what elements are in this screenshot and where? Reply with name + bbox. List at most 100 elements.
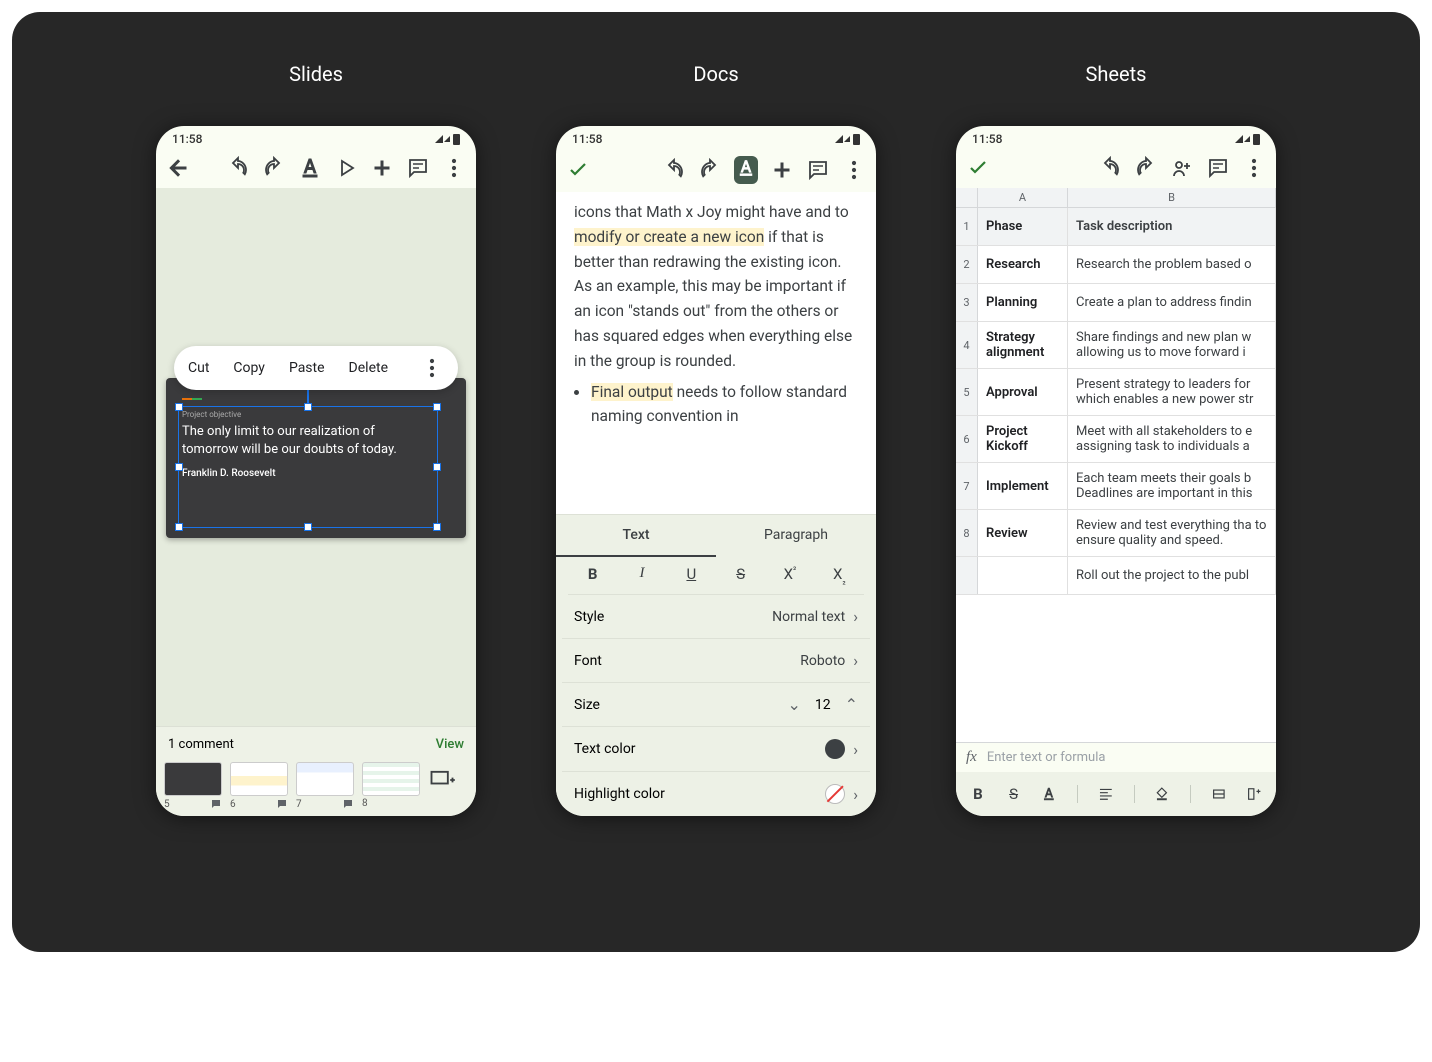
col-header-b[interactable]: B [1068, 188, 1276, 207]
cell[interactable]: Planning [978, 284, 1068, 321]
text-format-button[interactable] [734, 156, 758, 184]
row-header[interactable]: 3 [956, 284, 978, 321]
italic-button[interactable]: I [627, 565, 657, 586]
cell[interactable]: Research [978, 246, 1068, 283]
undo-icon[interactable] [662, 158, 686, 182]
col-header-a[interactable]: A [978, 188, 1068, 207]
comment-count[interactable]: 1 comment [168, 737, 234, 752]
more-icon[interactable] [442, 156, 466, 180]
cm-cut[interactable]: Cut [188, 360, 209, 376]
cell[interactable]: Phase [978, 208, 1068, 245]
underline-button[interactable]: U [676, 565, 706, 586]
thumb-8[interactable]: 8 [362, 762, 420, 809]
redo-icon[interactable] [262, 156, 286, 180]
thumb-6[interactable]: 6 [230, 762, 288, 810]
increase-icon[interactable]: ⌃ [845, 695, 858, 714]
cell[interactable]: Approval [978, 369, 1068, 415]
fx-input[interactable]: Enter text or formula [987, 750, 1266, 765]
more-icon[interactable] [842, 158, 866, 182]
share-icon[interactable] [1170, 156, 1194, 180]
comment-icon[interactable] [406, 156, 430, 180]
bold-button[interactable]: B [578, 565, 608, 586]
add-icon[interactable] [370, 156, 394, 180]
formula-bar[interactable]: fx Enter text or formula [956, 742, 1276, 772]
row-header[interactable]: 5 [956, 369, 978, 415]
row-header[interactable]: 7 [956, 463, 978, 509]
cm-paste[interactable]: Paste [289, 360, 325, 376]
row-header[interactable]: 1 [956, 208, 978, 245]
cm-copy[interactable]: Copy [233, 360, 265, 376]
view-link[interactable]: View [436, 737, 464, 752]
row-header[interactable]: 4 [956, 322, 978, 368]
handle[interactable] [433, 463, 441, 471]
size-row: Size ⌄ 12 ⌃ [562, 683, 870, 727]
cell[interactable] [978, 557, 1068, 594]
cell[interactable]: Share findings and new plan w allowing u… [1068, 322, 1276, 368]
subscript-button[interactable]: X₂ [824, 565, 854, 586]
cell[interactable]: Research the problem based o [1068, 246, 1276, 283]
thumb-7[interactable]: 7 [296, 762, 354, 810]
back-icon[interactable] [166, 156, 190, 180]
tab-paragraph[interactable]: Paragraph [716, 515, 876, 557]
sheet-grid[interactable]: A B 1 Phase Task description 2ResearchRe… [956, 188, 1276, 742]
thumb-5[interactable]: 5 [164, 762, 222, 810]
font-row[interactable]: Font Roboto› [562, 639, 870, 683]
cm-more-icon[interactable] [420, 356, 444, 380]
comment-icon[interactable] [806, 158, 830, 182]
cell[interactable]: Review and test everything tha to ensure… [1068, 510, 1276, 556]
handle[interactable] [433, 523, 441, 531]
text-color-icon[interactable] [1041, 782, 1057, 806]
insert-column-icon[interactable] [1246, 782, 1262, 806]
docs-body[interactable]: icons that Math x Joy might have and to … [556, 192, 876, 514]
selection-box[interactable] [178, 406, 438, 528]
corner-cell[interactable] [956, 188, 978, 207]
handle[interactable] [304, 523, 312, 531]
undo-icon[interactable] [1098, 156, 1122, 180]
handle[interactable] [304, 403, 312, 411]
cell[interactable]: Review [978, 510, 1068, 556]
appbar [556, 148, 876, 192]
add-slide-icon[interactable] [428, 766, 456, 794]
cell[interactable]: Each team meets their goals b Deadlines … [1068, 463, 1276, 509]
cell[interactable]: Implement [978, 463, 1068, 509]
undo-icon[interactable] [226, 156, 250, 180]
comment-icon[interactable] [1206, 156, 1230, 180]
slides-canvas[interactable]: Cut Copy Paste Delete Project objective … [156, 188, 476, 726]
cell[interactable]: Present strategy to leaders for which en… [1068, 369, 1276, 415]
cm-delete[interactable]: Delete [349, 360, 388, 376]
cell-icon[interactable] [1211, 782, 1227, 806]
strike-button[interactable]: S [726, 565, 756, 586]
row-header[interactable]: 6 [956, 416, 978, 462]
decrease-icon[interactable]: ⌄ [787, 695, 800, 714]
cell[interactable]: Project Kickoff [978, 416, 1068, 462]
cell[interactable]: Task description [1068, 208, 1276, 245]
handle[interactable] [433, 403, 441, 411]
text-color-icon[interactable] [298, 156, 322, 180]
row-header[interactable] [956, 557, 978, 594]
tab-text[interactable]: Text [556, 515, 716, 557]
style-row[interactable]: Style Normal text› [562, 595, 870, 639]
fill-color-icon[interactable] [1154, 782, 1170, 806]
cell[interactable]: Roll out the project to the publ [1068, 557, 1276, 594]
hlcolor-row[interactable]: Highlight color › [562, 772, 870, 816]
play-icon[interactable] [334, 156, 358, 180]
row-header[interactable]: 8 [956, 510, 978, 556]
add-icon[interactable] [770, 158, 794, 182]
align-icon[interactable] [1098, 782, 1114, 806]
bold-button[interactable]: B [970, 782, 986, 806]
handle[interactable] [175, 403, 183, 411]
redo-icon[interactable] [698, 158, 722, 182]
textcolor-row[interactable]: Text color › [562, 727, 870, 772]
handle[interactable] [175, 463, 183, 471]
check-icon[interactable] [566, 158, 590, 182]
superscript-button[interactable]: X² [775, 565, 805, 586]
handle[interactable] [175, 523, 183, 531]
strike-button[interactable]: S [1006, 782, 1022, 806]
more-icon[interactable] [1242, 156, 1266, 180]
cell[interactable]: Strategy alignment [978, 322, 1068, 368]
row-header[interactable]: 2 [956, 246, 978, 283]
check-icon[interactable] [966, 156, 990, 180]
cell[interactable]: Meet with all stakeholders to e assignin… [1068, 416, 1276, 462]
cell[interactable]: Create a plan to address findin [1068, 284, 1276, 321]
redo-icon[interactable] [1134, 156, 1158, 180]
